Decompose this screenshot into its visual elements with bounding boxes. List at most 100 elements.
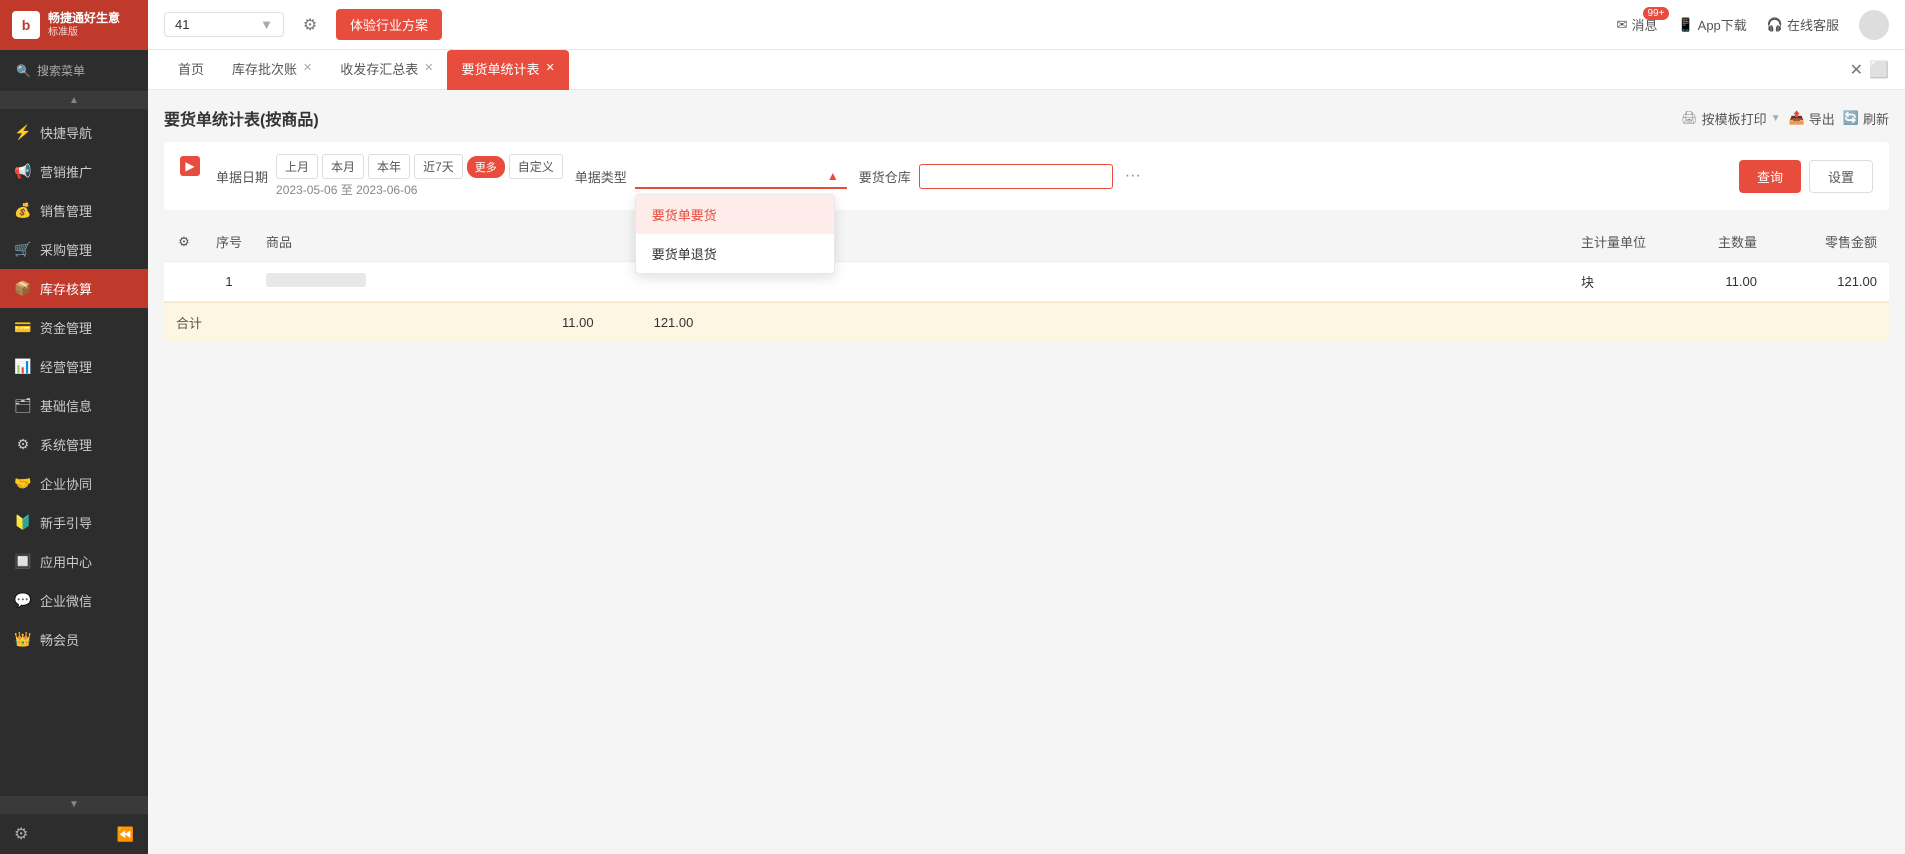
tab-maximize-icon[interactable]: ⬜ xyxy=(1869,60,1889,80)
user-avatar[interactable] xyxy=(1859,10,1889,40)
download-label: App下载 xyxy=(1698,15,1747,34)
col-header-seq: 序号 xyxy=(204,222,254,262)
sidebar-scroll-down[interactable]: ▼ xyxy=(0,796,148,813)
sidebar-item-inventory[interactable]: 📦 库存核算 xyxy=(0,269,148,308)
col-header-product: 商品 xyxy=(254,222,1569,262)
row-settings-cell xyxy=(164,262,204,302)
sidebar-item-operations[interactable]: 📊 经营管理 xyxy=(0,347,148,386)
doc-type-label: 单据类型 xyxy=(575,167,627,186)
app-download-button[interactable]: 📱 App下载 xyxy=(1677,15,1746,34)
tab-close-all-icon[interactable]: ✕ xyxy=(1850,60,1863,80)
sidebar-scroll-up[interactable]: ▲ xyxy=(0,92,148,109)
filter-expand-button[interactable]: ▶ xyxy=(180,156,200,176)
app-name: 畅捷通好生意 标准版 xyxy=(48,11,120,40)
sidebar-item-label: 快捷导航 xyxy=(40,123,92,142)
sidebar-item-finance[interactable]: 💳 资金管理 xyxy=(0,308,148,347)
store-selector[interactable]: 41 ▼ xyxy=(164,12,284,37)
expand-icon: ▶ xyxy=(185,159,194,173)
support-icon: 🎧 xyxy=(1767,17,1783,33)
doc-type-filter-group: 单据类型 ▲ 要货单要货 要货单退货 xyxy=(575,164,847,189)
dropdown-item-order-goods[interactable]: 要货单要货 xyxy=(636,195,834,234)
tab-home[interactable]: 首页 xyxy=(164,50,218,90)
print-label: 按模板打印 xyxy=(1702,109,1767,128)
support-button[interactable]: 🎧 在线客服 xyxy=(1767,15,1839,34)
sidebar-search-button[interactable]: 🔍 搜索菜单 xyxy=(10,58,138,83)
sidebar-item-sales[interactable]: 💰 销售管理 xyxy=(0,191,148,230)
doc-type-input[interactable] xyxy=(635,164,847,189)
query-button[interactable]: 查询 xyxy=(1739,160,1801,193)
messages-button[interactable]: ✉ 消息 99+ xyxy=(1617,15,1658,34)
tab-summary[interactable]: 收发存汇总表 ✕ xyxy=(326,50,447,90)
settings-button[interactable]: 设置 xyxy=(1809,160,1873,193)
topbar-settings-button[interactable]: ⚙ xyxy=(296,11,324,39)
warehouse-input[interactable] xyxy=(919,164,1113,189)
purchase-icon: 🛒 xyxy=(14,241,32,258)
tab-label: 库存批次账 xyxy=(232,59,297,78)
promo-button[interactable]: 体验行业方案 xyxy=(336,9,442,40)
doc-type-select-container: ▲ 要货单要货 要货单退货 xyxy=(635,164,847,189)
footer-label: 合计 xyxy=(176,313,202,332)
tab-close-icon[interactable]: ✕ xyxy=(303,63,312,74)
sidebar-item-enterprise[interactable]: 🤝 企业协同 xyxy=(0,464,148,503)
sidebar-item-system[interactable]: ⚙ 系统管理 xyxy=(0,425,148,464)
doc-type-select-wrapper: ▲ xyxy=(635,164,847,189)
footer-amount: 121.00 xyxy=(654,315,694,330)
date-custom-btn[interactable]: 自定义 xyxy=(509,154,563,179)
sidebar-footer: ⚙ ⏪ xyxy=(0,813,148,854)
sidebar-collapse-icon[interactable]: ⏪ xyxy=(117,826,134,843)
date-this-year-btn[interactable]: 本年 xyxy=(368,154,410,179)
print-button[interactable]: 🖨 按模板打印 ▼ xyxy=(1681,109,1780,128)
marketing-icon: 📢 xyxy=(14,163,32,180)
date-last-month-btn[interactable]: 上月 xyxy=(276,154,318,179)
col-header-settings[interactable]: ⚙ xyxy=(164,222,204,262)
filter-row: 单据日期 上月 本月 本年 近7天 更多 自定义 2023-05-06 至 20… xyxy=(216,154,1873,198)
sidebar-item-weixin[interactable]: 💬 企业微信 xyxy=(0,581,148,620)
sidebar-item-marketing[interactable]: 📢 营销推广 xyxy=(0,152,148,191)
dropdown-item-label: 要货单要货 xyxy=(652,208,717,223)
refresh-label: 刷新 xyxy=(1863,109,1889,128)
date-7days-btn[interactable]: 近7天 xyxy=(414,154,463,179)
sidebar-search-label: 搜索菜单 xyxy=(37,62,85,79)
tab-label: 收发存汇总表 xyxy=(340,59,418,78)
weixin-icon: 💬 xyxy=(14,592,32,609)
sidebar-item-purchase[interactable]: 🛒 采购管理 xyxy=(0,230,148,269)
search-icon: 🔍 xyxy=(16,64,31,78)
sidebar-item-shortcut[interactable]: ⚡ 快捷导航 xyxy=(0,113,148,152)
row-product-cell xyxy=(254,262,1569,302)
support-label: 在线客服 xyxy=(1787,15,1839,34)
inventory-icon: 📦 xyxy=(14,280,32,297)
row-amount-cell: 121.00 xyxy=(1769,262,1889,302)
sidebar-item-label: 采购管理 xyxy=(40,240,92,259)
tab-order-summary[interactable]: 要货单统计表 ✕ xyxy=(447,50,568,90)
date-filter-label: 单据日期 xyxy=(216,167,268,186)
sidebar-item-vip[interactable]: 👑 畅会员 xyxy=(0,620,148,659)
shortcut-icon: ⚡ xyxy=(14,124,32,141)
main-area: 41 ▼ ⚙ 体验行业方案 ✉ 消息 99+ 📱 App下载 🎧 在线客服 xyxy=(148,0,1905,854)
warehouse-filter-label: 要货仓库 xyxy=(859,167,911,186)
page-actions: 🖨 按模板打印 ▼ 📤 导出 🔄 刷新 xyxy=(1681,109,1889,128)
refresh-button[interactable]: 🔄 刷新 xyxy=(1843,109,1889,128)
dropdown-item-return-goods[interactable]: 要货单退货 xyxy=(636,234,834,273)
sidebar-item-label: 资金管理 xyxy=(40,318,92,337)
warehouse-more-icon[interactable]: ··· xyxy=(1125,167,1141,185)
product-placeholder xyxy=(266,273,366,287)
date-more-btn[interactable]: 更多 xyxy=(467,156,505,178)
sidebar-settings-icon[interactable]: ⚙ xyxy=(14,824,28,844)
date-this-month-btn[interactable]: 本月 xyxy=(322,154,364,179)
sidebar-item-guide[interactable]: 🔰 新手引导 xyxy=(0,503,148,542)
messages-badge: 99+ xyxy=(1643,7,1670,20)
sidebar-item-label: 新手引导 xyxy=(40,513,92,532)
sidebar-item-basic[interactable]: 🗂 基础信息 xyxy=(0,386,148,425)
sidebar: b 畅捷通好生意 标准版 🔍 搜索菜单 ▲ ⚡ 快捷导航 📢 营销推广 💰 销售… xyxy=(0,0,148,854)
enterprise-icon: 🤝 xyxy=(14,475,32,492)
topbar-right: ✉ 消息 99+ 📱 App下载 🎧 在线客服 xyxy=(1617,10,1889,40)
tab-label: 首页 xyxy=(178,59,204,78)
export-button[interactable]: 📤 导出 xyxy=(1789,109,1835,128)
tab-inventory-batch[interactable]: 库存批次账 ✕ xyxy=(218,50,326,90)
tab-close-icon[interactable]: ✕ xyxy=(424,63,433,74)
sidebar-item-label: 营销推广 xyxy=(40,162,92,181)
tab-close-icon[interactable]: ✕ xyxy=(546,63,555,74)
sidebar-item-appstore[interactable]: 🔲 应用中心 xyxy=(0,542,148,581)
table-footer: 合计 11.00 121.00 xyxy=(164,302,1889,342)
vip-icon: 👑 xyxy=(14,631,32,648)
